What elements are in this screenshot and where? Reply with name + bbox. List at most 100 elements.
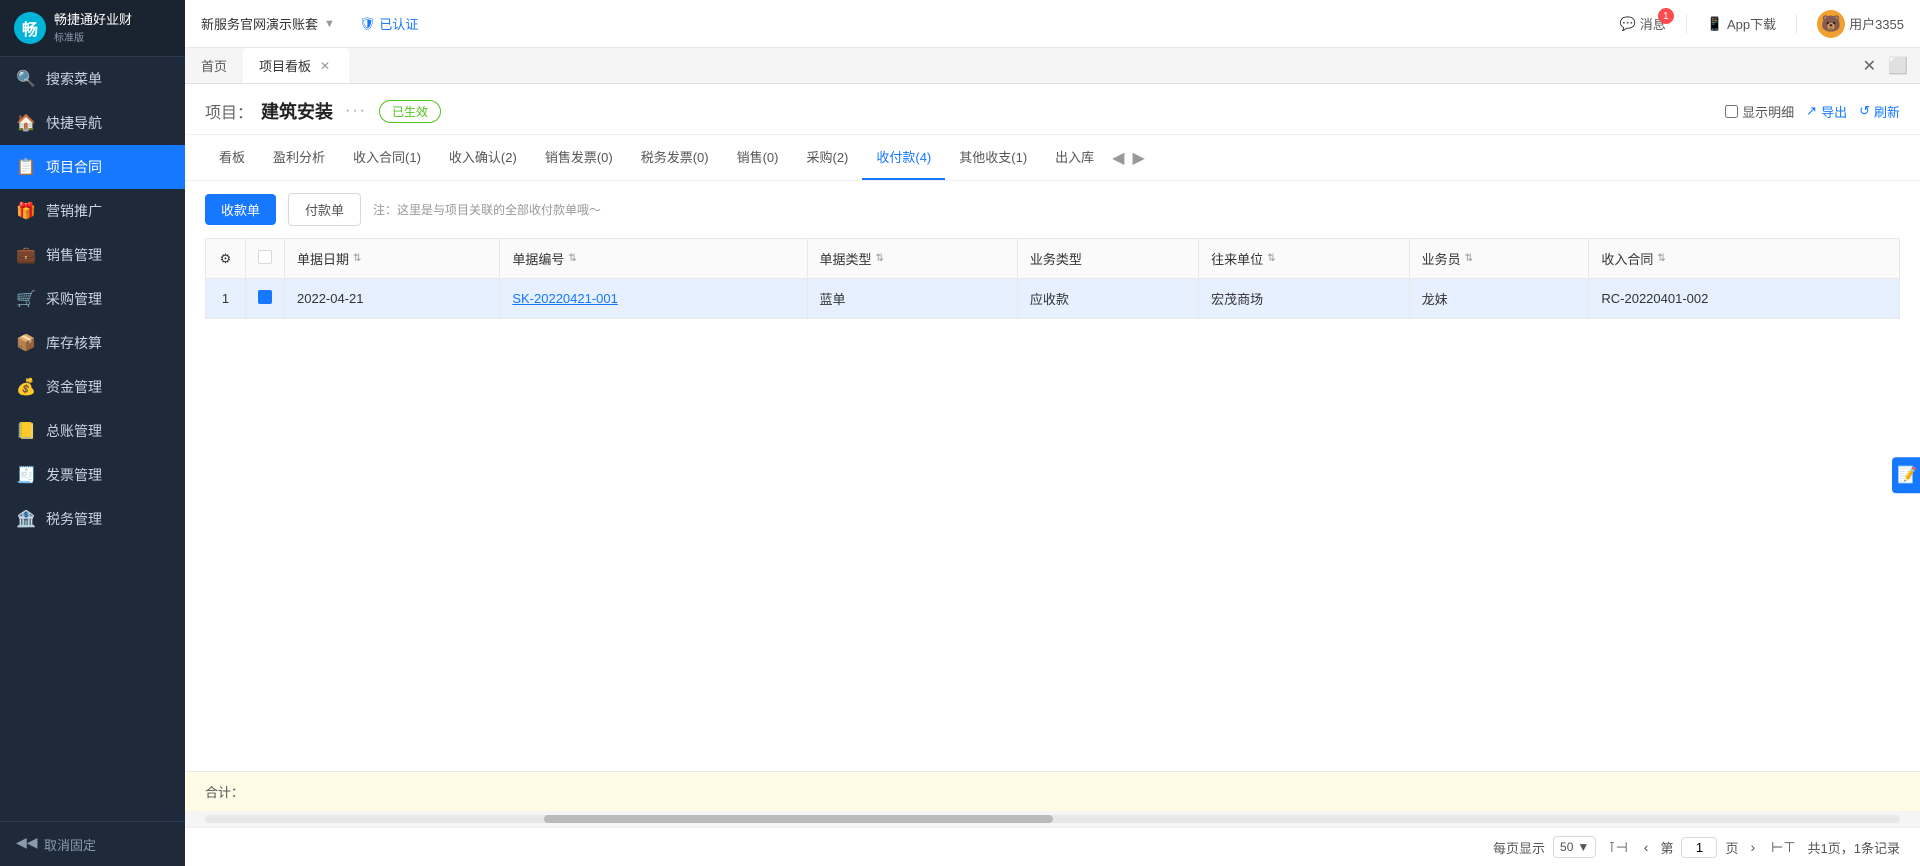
sidebar-item-sales[interactable]: 💼 销售管理 (0, 233, 185, 277)
sidebar-label-ledger: 总账管理 (46, 421, 102, 441)
side-note-button[interactable]: 📝 (1892, 457, 1920, 493)
show-detail-checkbox[interactable]: 显示明细 (1725, 102, 1794, 121)
sub-nav-purchase[interactable]: 采购(2) (792, 135, 862, 180)
sub-nav-profit[interactable]: 盈利分析 (259, 135, 339, 180)
show-detail-input[interactable] (1725, 105, 1738, 118)
payment-tab-button[interactable]: 付款单 (288, 193, 361, 226)
page-next-button[interactable]: › (1746, 837, 1759, 857)
page-last-button[interactable]: ⊢⊤ (1767, 837, 1799, 858)
scrollbar-thumb[interactable] (544, 815, 1053, 823)
page-input[interactable] (1681, 837, 1717, 858)
sub-nav-tax-invoice[interactable]: 税务发票(0) (627, 135, 723, 180)
data-table: ⚙ 单据日期 ⇅ 单据编号 (205, 238, 1900, 319)
th-biz-type: 业务类型 (1017, 239, 1198, 279)
record-link[interactable]: SK-20220421-001 (512, 291, 618, 306)
sub-nav-income-contract[interactable]: 收入合同(1) (339, 135, 435, 180)
summary-label: 合计： (205, 782, 244, 801)
divider (1686, 14, 1687, 34)
sidebar-item-purchase[interactable]: 🛒 采购管理 (0, 277, 185, 321)
sidebar-item-inventory[interactable]: 📦 库存核算 (0, 321, 185, 365)
row-checkbox[interactable] (246, 279, 285, 319)
divider2 (1796, 14, 1797, 34)
sidebar-item-marketing[interactable]: 🎁 营销推广 (0, 189, 185, 233)
sidebar-item-invoice[interactable]: 🧾 发票管理 (0, 453, 185, 497)
sidebar-label-finance: 资金管理 (46, 377, 102, 397)
sub-nav-other-expense[interactable]: 其他收支(1) (945, 135, 1041, 180)
sidebar-item-finance[interactable]: 💰 资金管理 (0, 365, 185, 409)
sidebar-label-inventory: 库存核算 (46, 333, 102, 353)
page-suffix: 页 (1725, 838, 1738, 857)
page-title-prefix: 项目： (205, 99, 253, 123)
export-button[interactable]: ↗ 导出 (1806, 102, 1847, 121)
logo-version: 标准版 (54, 29, 132, 44)
total-info: 共1页，1条记录 (1808, 838, 1900, 857)
sort-icon-income-contract: ⇅ (1657, 253, 1665, 264)
account-selector[interactable]: 新服务官网演示账套 ▼ (201, 14, 335, 33)
summary-row: 合计： (185, 771, 1920, 811)
th-checkbox[interactable] (246, 239, 285, 279)
sub-nav-next[interactable]: ▶ (1128, 148, 1148, 168)
maximize-window-button[interactable]: ⬜ (1888, 56, 1908, 76)
receipt-tab-button[interactable]: 收款单 (205, 194, 276, 225)
settings-icon: ⚙ (220, 251, 232, 266)
certified-badge: 🛡 已认证 (359, 14, 419, 33)
sub-nav-income-confirm[interactable]: 收入确认(2) (435, 135, 531, 180)
row-salesperson: 龙妹 (1409, 279, 1589, 319)
table-header: ⚙ 单据日期 ⇅ 单据编号 (206, 239, 1900, 279)
app-download-button[interactable]: 📱 App下载 (1707, 14, 1776, 33)
chevron-down-icon-pager: ▼ (1577, 840, 1589, 854)
page-header: 项目： 建筑安装 ··· 已生效 显示明细 ↗ 导出 ↺ 刷新 (185, 84, 1920, 135)
sidebar-item-project-contract[interactable]: 📋 项目合同 (0, 145, 185, 189)
sidebar-label-invoice: 发票管理 (46, 465, 102, 485)
sidebar-item-tax[interactable]: 🏦 税务管理 (0, 497, 185, 541)
scrollbar-track[interactable] (205, 815, 1900, 823)
th-settings[interactable]: ⚙ (206, 239, 246, 279)
more-icon[interactable]: ··· (345, 102, 367, 120)
th-income-contract[interactable]: 收入合同 ⇅ (1589, 239, 1900, 279)
message-icon: 💬 (1620, 16, 1636, 32)
page-first-button[interactable]: ⊺⊣ (1604, 837, 1631, 858)
row-number[interactable]: SK-20220421-001 (500, 279, 807, 319)
row-income-contract: RC-20220401-002 (1589, 279, 1900, 319)
export-label: 导出 (1821, 102, 1847, 121)
topbar-right: 💬 消息 1 📱 App下载 🐻 用户3355 (1620, 10, 1904, 38)
sidebar-item-search[interactable]: 🔍 搜索菜单 (0, 57, 185, 101)
th-salesperson[interactable]: 业务员 ⇅ (1409, 239, 1589, 279)
th-type[interactable]: 单据类型 ⇅ (807, 239, 1017, 279)
refresh-button[interactable]: ↺ 刷新 (1859, 102, 1900, 121)
purchase-icon: 🛒 (16, 289, 36, 309)
window-controls: ✕ ⬜ (1851, 48, 1920, 83)
select-all-checkbox[interactable] (258, 250, 272, 264)
sort-icon-salesperson: ⇅ (1465, 253, 1473, 264)
user-profile-button[interactable]: 🐻 用户3355 (1817, 10, 1904, 38)
ledger-icon: 📒 (16, 421, 36, 441)
row-select-checkbox[interactable] (258, 290, 272, 304)
table-row[interactable]: 1 2022-04-21 SK-20220421-001 蓝单 应收款 宏茂商场… (206, 279, 1900, 319)
tab-project-board[interactable]: 项目看板 ✕ (243, 48, 349, 83)
sub-nav-kanban[interactable]: 看板 (205, 135, 259, 180)
sub-nav-in-out[interactable]: 出入库 (1041, 135, 1108, 180)
close-icon[interactable]: ✕ (317, 58, 333, 74)
th-number[interactable]: 单据编号 ⇅ (500, 239, 807, 279)
message-button[interactable]: 💬 消息 1 (1620, 14, 1666, 33)
sub-nav-sales[interactable]: 销售(0) (723, 135, 793, 180)
sub-nav-sales-invoice[interactable]: 销售发票(0) (531, 135, 627, 180)
th-date[interactable]: 单据日期 ⇅ (285, 239, 500, 279)
table-container: ⚙ 单据日期 ⇅ 单据编号 (185, 238, 1920, 771)
sidebar-item-quick-nav[interactable]: 🏠 快捷导航 (0, 101, 185, 145)
tab-project-board-label: 项目看板 (259, 56, 311, 75)
horizontal-scrollbar[interactable] (185, 811, 1920, 827)
sidebar-item-ledger[interactable]: 📒 总账管理 (0, 409, 185, 453)
sub-nav-prev[interactable]: ◀ (1108, 148, 1128, 168)
search-icon: 🔍 (16, 69, 36, 89)
th-partner[interactable]: 往来单位 ⇅ (1199, 239, 1409, 279)
page-prev-button[interactable]: ‹ (1640, 837, 1653, 857)
per-page-select[interactable]: 50 ▼ (1553, 836, 1596, 858)
sidebar-unpin-button[interactable]: ◀◀ 取消固定 (0, 821, 185, 866)
sub-nav-payment[interactable]: 收付款(4) (862, 135, 945, 180)
tab-home[interactable]: 首页 (185, 48, 243, 83)
app-download-label: App下载 (1727, 14, 1776, 33)
page-title: 项目： 建筑安装 (205, 98, 333, 124)
close-window-button[interactable]: ✕ (1863, 56, 1876, 76)
marketing-icon: 🎁 (16, 201, 36, 221)
